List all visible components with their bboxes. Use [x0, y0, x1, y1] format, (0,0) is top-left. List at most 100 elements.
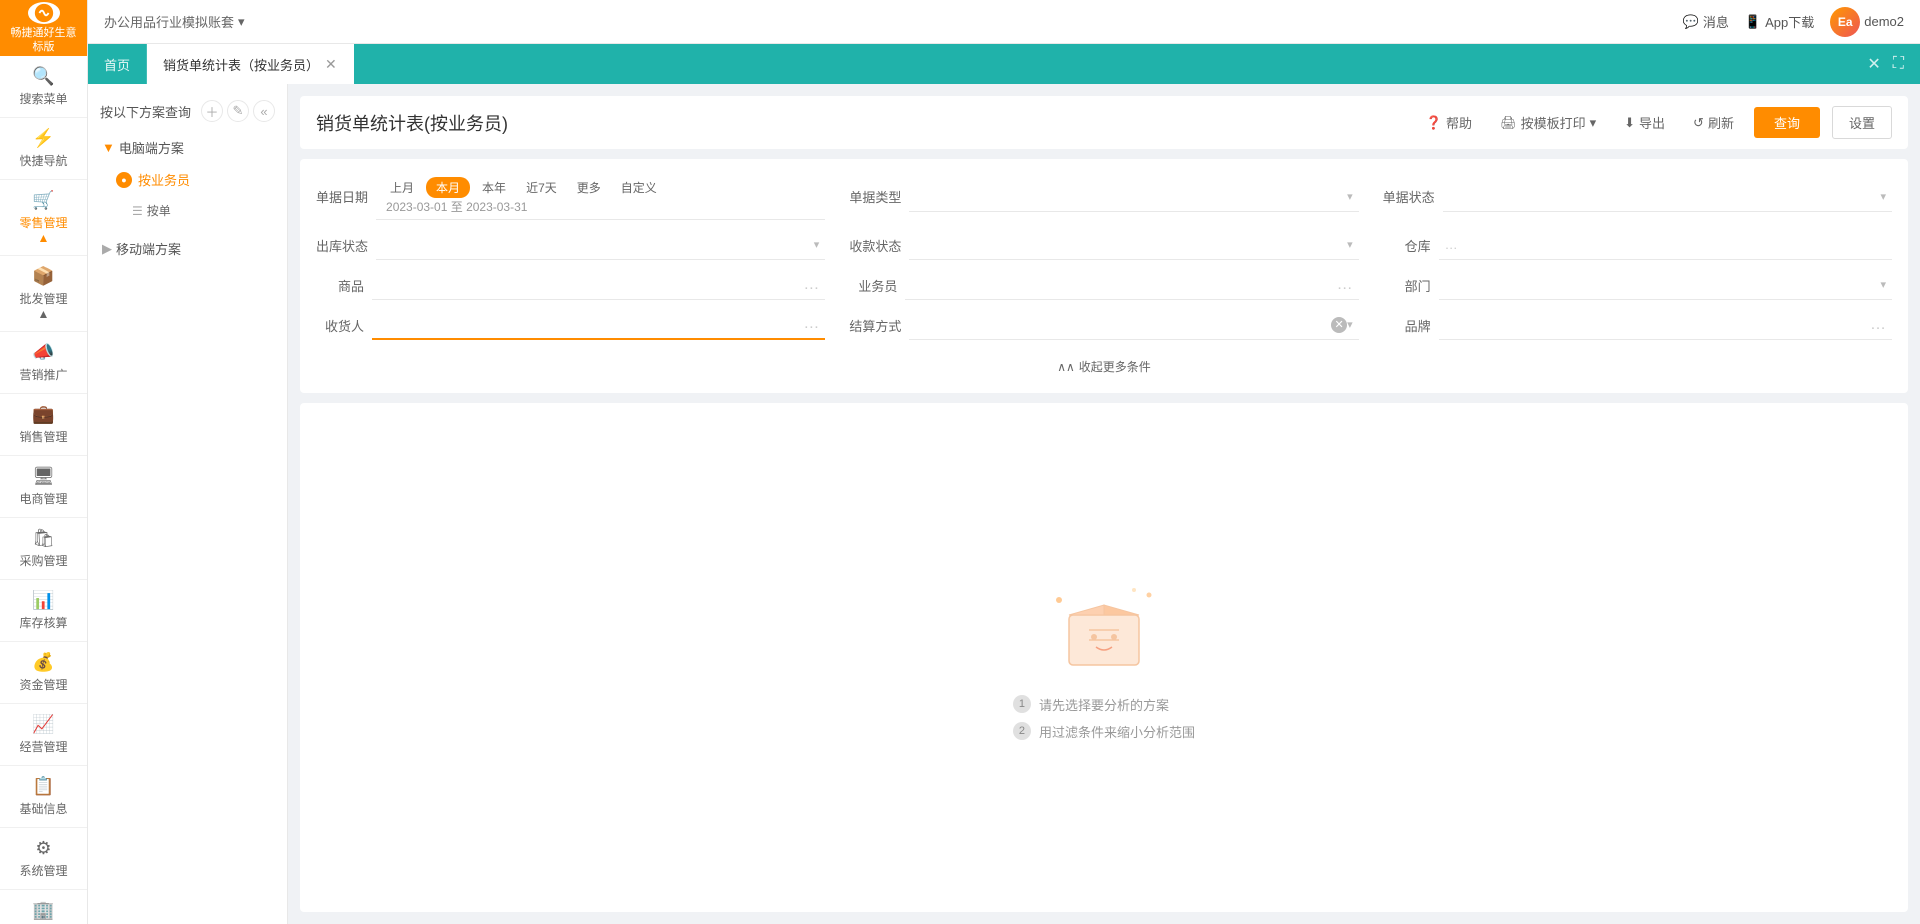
sidebar-item-label: 搜索菜单 [19, 90, 67, 107]
sidebar-item-label: 零售管理 [19, 214, 67, 231]
brand-dots-icon: … [1870, 316, 1886, 334]
edit-scheme-btn[interactable]: ✎ [227, 100, 249, 122]
settlement-control[interactable]: ✕ ▾ [909, 310, 1358, 340]
print-btn[interactable]: 🖨 按模板打印 ▾ [1492, 109, 1604, 136]
mobile-section-header[interactable]: ▶ 移动端方案 [88, 233, 287, 264]
desktop-section-header[interactable]: ▼ 电脑端方案 [88, 132, 287, 163]
sidebar-item-search[interactable]: 🔍 搜索菜单 [0, 56, 87, 118]
out-status-caret-icon: ▾ [814, 238, 820, 251]
filter-cell-doc-status: 单据状态 ▾ [1383, 173, 1892, 220]
brand-control[interactable]: … [1439, 310, 1892, 340]
warehouse-label: 仓库 [1383, 236, 1439, 255]
message-btn[interactable]: 💬 消息 [1683, 12, 1729, 31]
sidebar-item-basic[interactable]: 📋 基础信息 [0, 766, 87, 828]
warehouse-placeholder: … [1445, 237, 1886, 252]
sidebar-item-enterprise[interactable]: 🏢 企业协同 [0, 890, 87, 924]
hint2-num: 2 [1013, 722, 1031, 740]
doc-type-control[interactable]: ▾ [909, 182, 1358, 212]
empty-illustration [1044, 575, 1164, 675]
content-area: 按以下方案查询 ＋ ✎ « ▼ 电脑端方案 [88, 84, 1920, 924]
app-download-btn[interactable]: 📱 App下载 [1745, 12, 1814, 31]
date-label: 单据日期 [316, 187, 376, 206]
sidebar-item-quicknav[interactable]: ⚡ 快捷导航 [0, 118, 87, 180]
receipt-status-control[interactable]: ▾ [909, 230, 1358, 260]
collapse-btn[interactable]: ∧∧ 收起更多条件 [316, 350, 1892, 379]
date-7days-btn[interactable]: 近7天 [518, 177, 565, 198]
date-range-text: 2023-03-01 至 2023-03-31 [386, 198, 527, 215]
out-status-label: 出库状态 [316, 236, 376, 255]
filter-cell-doc-type: 单据类型 ▾ [849, 173, 1358, 220]
operation-icon: 📈 [32, 714, 54, 735]
date-cur-month-btn[interactable]: 本月 [426, 177, 470, 198]
order-icon: ☰ [132, 204, 143, 218]
filter-cell-receipt-status: 收款状态 ▾ [849, 230, 1358, 260]
expand-window-icon[interactable]: ⛶ [1889, 51, 1908, 77]
mobile-section-label: 移动端方案 [116, 239, 181, 258]
sidebar-item-wholesale[interactable]: 📦 批发管理 ▲ [0, 256, 87, 332]
tab-close-icon[interactable]: ✕ [325, 56, 337, 73]
tab-sales-stats[interactable]: 销货单统计表（按业务员） ✕ [147, 44, 354, 84]
tab-home[interactable]: 首页 [88, 44, 147, 84]
goods-label: 商品 [316, 276, 372, 295]
date-custom-btn[interactable]: 自定义 [613, 177, 665, 198]
tabbar-right: ✕ ⛶ [1863, 50, 1920, 78]
doc-type-caret-icon: ▾ [1347, 190, 1353, 203]
close-window-icon[interactable]: ✕ [1863, 50, 1884, 78]
empty-state: 1 请先选择要分析的方案 2 用过滤条件来缩小分析范围 [300, 403, 1908, 912]
date-control[interactable]: 上月 本月 本年 近7天 更多 自定义 2023-03-01 至 2023-03… [376, 173, 825, 220]
sidebar-item-ecommerce[interactable]: 🖥 电商管理 [0, 456, 87, 518]
collapse-panel-btn[interactable]: « [253, 100, 275, 122]
app-name-dropdown[interactable]: 办公用品行业模拟账套 ▾ [104, 12, 245, 31]
refresh-btn[interactable]: ↺ 刷新 [1685, 109, 1742, 136]
ecommerce-icon: 🖥 [32, 466, 55, 487]
export-btn[interactable]: ⬇ 导出 [1616, 109, 1673, 136]
panel-item-by-salesman[interactable]: ● 按业务员 [88, 163, 287, 196]
topbar: 办公用品行业模拟账套 ▾ 💬 消息 📱 App下载 Ea demo2 [88, 0, 1920, 44]
expand-icon: ▲ [38, 231, 50, 245]
consignee-control[interactable]: … [372, 310, 825, 340]
warehouse-control[interactable]: … [1439, 230, 1892, 260]
sidebar-item-system[interactable]: ⚙ 系统管理 [0, 828, 87, 890]
home-label: 首页 [104, 55, 130, 74]
sales-icon: 💼 [32, 404, 54, 425]
out-status-control[interactable]: ▾ [376, 230, 825, 260]
dept-control[interactable]: ▾ [1439, 270, 1892, 300]
sidebar-item-marketing[interactable]: 📣 营销推广 [0, 332, 87, 394]
doc-status-control[interactable]: ▾ [1443, 182, 1892, 212]
help-btn[interactable]: ❓ 帮助 [1418, 109, 1480, 136]
sidebar-item-purchase[interactable]: 🛍 采购管理 [0, 518, 87, 580]
panel-header: 按以下方案查询 ＋ ✎ « [88, 94, 287, 128]
salesman-control[interactable]: … [905, 270, 1358, 300]
sidebar-item-operation[interactable]: 📈 经营管理 [0, 704, 87, 766]
empty-hint-1: 1 请先选择要分析的方案 [1013, 695, 1169, 714]
goods-control[interactable]: … [372, 270, 825, 300]
settlement-clear-btn[interactable]: ✕ [1331, 317, 1347, 333]
sidebar-item-retail[interactable]: 🛒 零售管理 ▲ [0, 180, 87, 256]
app-subtitle: 标版 [33, 40, 55, 54]
receipt-status-caret-icon: ▾ [1347, 238, 1353, 251]
wholesale-icon: 📦 [32, 266, 54, 287]
brand-label: 品牌 [1383, 316, 1439, 335]
sidebar-item-finance[interactable]: 💰 资金管理 [0, 642, 87, 704]
salesman-dots-icon: … [1337, 276, 1353, 294]
quicknav-icon: ⚡ [32, 128, 54, 149]
add-scheme-btn[interactable]: ＋ [201, 100, 223, 122]
print-icon: 🖨 [1500, 115, 1517, 131]
mobile-section: ▶ 移动端方案 [88, 229, 287, 268]
desktop-section-label: 电脑端方案 [119, 138, 184, 157]
item-label: 按单 [147, 202, 171, 219]
sidebar-item-label: 批发管理 [19, 290, 67, 307]
settings-btn[interactable]: 设置 [1832, 106, 1892, 139]
sidebar-item-sales[interactable]: 💼 销售管理 [0, 394, 87, 456]
query-btn[interactable]: 查询 [1754, 107, 1820, 138]
sidebar-item-inventory[interactable]: 📊 库存核算 [0, 580, 87, 642]
date-prev-month-btn[interactable]: 上月 [382, 177, 422, 198]
date-cur-year-btn[interactable]: 本年 [474, 177, 514, 198]
filter-cell-settlement: 结算方式 ✕ ▾ [849, 310, 1358, 340]
panel-item-by-order[interactable]: ☰ 按单 [88, 196, 287, 225]
inventory-icon: 📊 [32, 590, 54, 611]
user-avatar[interactable]: Ea demo2 [1830, 7, 1904, 37]
download-icon: 📱 [1745, 14, 1761, 30]
filter-area: 单据日期 上月 本月 本年 近7天 更多 自定义 2023-03-01 至 20… [300, 159, 1908, 393]
date-more-btn[interactable]: 更多 [569, 177, 609, 198]
